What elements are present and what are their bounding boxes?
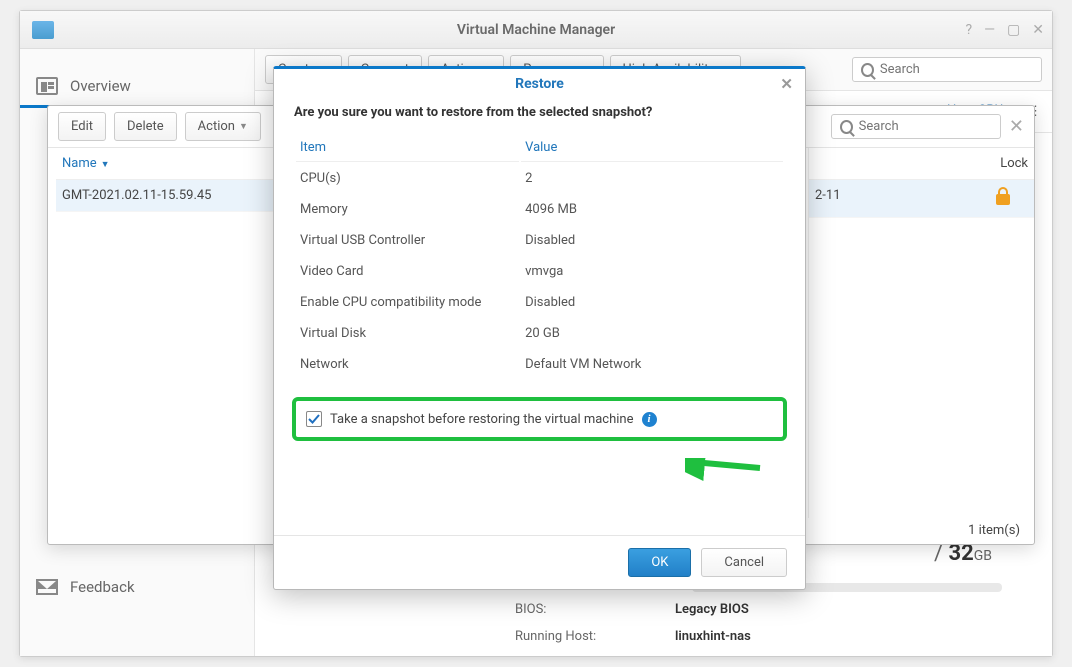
host-value: linuxhint-nas bbox=[675, 629, 875, 644]
sidebar-item-feedback[interactable]: Feedback bbox=[36, 578, 135, 596]
search-input[interactable] bbox=[859, 119, 992, 134]
info-icon[interactable]: i bbox=[642, 412, 657, 427]
maximize-icon[interactable]: ▢ bbox=[1007, 22, 1020, 38]
sidebar-item-label: Overview bbox=[70, 77, 131, 95]
snapshot-details: Lock 2-11 bbox=[808, 148, 1034, 518]
chevron-down-icon: ▼ bbox=[101, 160, 110, 170]
search-icon bbox=[840, 120, 853, 134]
window-title: Virtual Machine Manager bbox=[457, 22, 615, 38]
dialog-question: Are you sure you want to restore from th… bbox=[274, 99, 805, 132]
close-icon[interactable]: ✕ bbox=[1032, 22, 1044, 38]
search-box[interactable] bbox=[831, 114, 1001, 139]
dialog-footer: OK Cancel bbox=[274, 535, 805, 589]
minimize-icon[interactable]: — bbox=[984, 22, 995, 38]
search-icon bbox=[861, 63, 874, 77]
item-count: 1 item(s) bbox=[968, 523, 1020, 538]
mail-icon bbox=[36, 579, 58, 595]
table-row: CPU(s)2 bbox=[296, 164, 783, 193]
table-row: Video Cardvmvga bbox=[296, 257, 783, 286]
delete-button[interactable]: Delete bbox=[114, 112, 177, 141]
annotation-arrow-icon bbox=[685, 458, 765, 488]
table-row: Virtual USB ControllerDisabled bbox=[296, 226, 783, 255]
ok-button[interactable]: OK bbox=[628, 548, 691, 577]
bios-label: BIOS: bbox=[515, 602, 675, 617]
table-row: Enable CPU compatibility modeDisabled bbox=[296, 288, 783, 317]
close-icon[interactable]: ✕ bbox=[1009, 116, 1024, 137]
overview-icon bbox=[36, 77, 58, 95]
vm-info-grid: BIOS:Legacy BIOS Running Host:linuxhint-… bbox=[515, 602, 1022, 644]
checkbox-label: Take a snapshot before restoring the vir… bbox=[330, 412, 634, 427]
search-input[interactable] bbox=[880, 62, 1033, 77]
app-icon bbox=[32, 21, 54, 39]
close-icon[interactable]: ✕ bbox=[780, 75, 793, 93]
table-row[interactable]: 2-11 bbox=[809, 180, 1034, 218]
sidebar-item-label: Feedback bbox=[70, 578, 135, 596]
table-row: Virtual Disk20 GB bbox=[296, 319, 783, 348]
column-item: Item bbox=[296, 134, 519, 162]
column-value: Value bbox=[521, 134, 783, 162]
checkbox[interactable] bbox=[306, 411, 322, 427]
dialog-title-bar: Restore ✕ bbox=[274, 69, 805, 99]
restore-dialog: Restore ✕ Are you sure you want to resto… bbox=[273, 66, 806, 590]
dialog-title: Restore bbox=[515, 76, 564, 92]
action-button[interactable]: Action▼ bbox=[185, 112, 261, 141]
table-row: NetworkDefault VM Network bbox=[296, 350, 783, 379]
help-icon[interactable]: ? bbox=[965, 22, 972, 38]
lock-icon bbox=[996, 194, 1010, 205]
column-name[interactable]: Name▼ bbox=[62, 156, 110, 171]
properties-table: Item Value CPU(s)2 Memory4096 MB Virtual… bbox=[294, 132, 785, 381]
host-label: Running Host: bbox=[515, 629, 675, 644]
cancel-button[interactable]: Cancel bbox=[701, 548, 787, 577]
snapshot-checkbox-row[interactable]: Take a snapshot before restoring the vir… bbox=[292, 397, 787, 441]
sidebar-item-overview[interactable]: Overview bbox=[20, 67, 254, 108]
search-box[interactable] bbox=[852, 57, 1042, 82]
detail-value: 2-11 bbox=[815, 188, 978, 209]
bios-value: Legacy BIOS bbox=[675, 602, 875, 617]
chevron-down-icon: ▼ bbox=[239, 121, 248, 132]
edit-button[interactable]: Edit bbox=[58, 112, 106, 141]
title-bar: Virtual Machine Manager ? — ▢ ✕ bbox=[20, 11, 1052, 49]
window-controls: ? — ▢ ✕ bbox=[965, 22, 1044, 38]
column-lock[interactable]: Lock bbox=[1000, 156, 1028, 171]
table-row: Memory4096 MB bbox=[296, 195, 783, 224]
